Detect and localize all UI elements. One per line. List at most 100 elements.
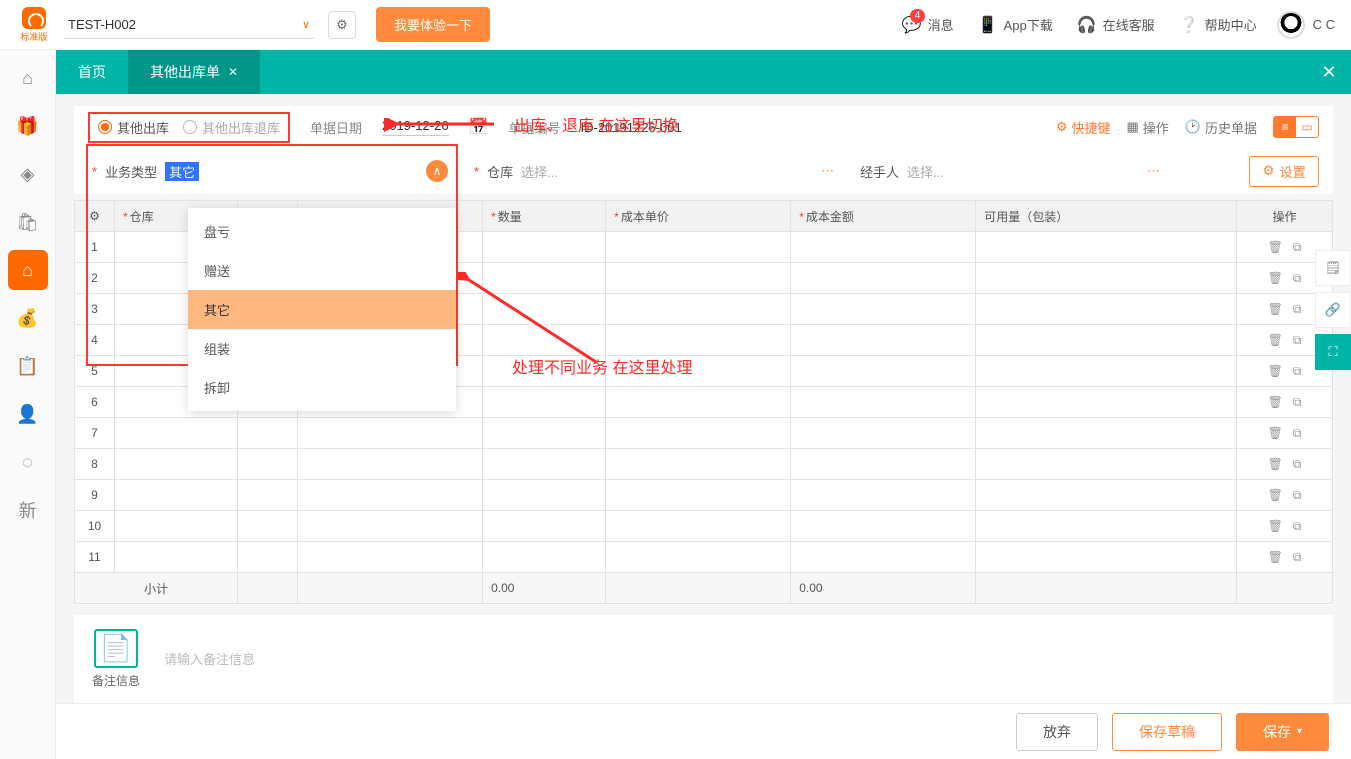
radio-other-outbound[interactable]: 其他出库 (98, 118, 169, 137)
rail-expand-icon[interactable]: ⛶ (1315, 334, 1351, 370)
save-draft-button[interactable]: 保存草稿 (1112, 713, 1222, 751)
copy-icon[interactable]: ⧉ (1293, 240, 1302, 255)
nav-new-icon[interactable]: 新 (8, 490, 48, 530)
copy-icon[interactable]: ⧉ (1293, 426, 1302, 441)
view-toggle[interactable]: ≡▭ (1273, 116, 1319, 138)
table-row[interactable]: 7🗑⧉ (75, 418, 1333, 449)
table-row[interactable]: 11 🗑 ⧉ (75, 542, 1333, 573)
radio-other-outbound-return[interactable]: 其他出库退库 (183, 118, 280, 137)
col-available: 可用量（包装） (976, 201, 1237, 232)
grid-icon: ▦ (1126, 119, 1138, 135)
phone-icon: 📱 (978, 15, 998, 35)
copy-icon[interactable]: ⧉ (1293, 519, 1302, 534)
handler-field[interactable]: 经手人 选择... ⋯ (860, 162, 1160, 181)
business-type-field[interactable]: *业务类型 其它 ∧ 盘亏 赠送 其它 组装 拆卸 (88, 162, 448, 181)
history-button[interactable]: 🕑历史单据 (1185, 118, 1257, 137)
biz-type-label: 业务类型 (105, 162, 157, 181)
copy-icon[interactable]: ⧉ (1293, 271, 1302, 286)
biz-option-gift[interactable]: 赠送 (188, 251, 456, 290)
radio-dot-icon (183, 120, 197, 134)
delete-icon[interactable]: 🗑 (1268, 550, 1283, 565)
help-center-link[interactable]: ❔ 帮助中心 (1179, 15, 1257, 35)
nav-money-icon[interactable]: 💰 (8, 298, 48, 338)
col-qty: *数量 (483, 201, 606, 232)
delete-icon[interactable]: 🗑 (1268, 364, 1283, 379)
rail-note-icon[interactable]: 🗒 (1315, 250, 1351, 286)
chevron-up-icon[interactable]: ∧ (426, 160, 448, 182)
more-icon[interactable]: ⋯ (821, 163, 834, 179)
tabs-close-all[interactable]: ✕ (1307, 50, 1351, 94)
ops-button[interactable]: ▦操作 (1126, 118, 1168, 137)
copy-icon[interactable]: ⧉ (1293, 333, 1302, 348)
row-index: 1 (75, 232, 115, 263)
shortcut-button[interactable]: ⚙快捷键 (1056, 118, 1111, 137)
remark-input[interactable] (164, 652, 1315, 667)
nav-sync-icon[interactable]: ◌ (8, 442, 48, 482)
history-icon: 🕑 (1185, 119, 1201, 135)
copy-icon[interactable]: ⧉ (1293, 364, 1302, 379)
row-index: 9 (75, 480, 115, 511)
col-cost: *成本单价 (606, 201, 791, 232)
tab-other-outbound[interactable]: 其他出库单 ✕ (128, 50, 260, 94)
table-row[interactable]: 10 🗑 ⧉ (75, 511, 1333, 542)
col-settings[interactable]: ⚙ (75, 201, 115, 232)
messages-badge: 4 (910, 9, 926, 23)
annotation-text-2: 处理不同业务 在这里处理 (512, 354, 692, 378)
delete-icon[interactable]: 🗑 (1268, 457, 1283, 472)
warehouse-field[interactable]: *仓库 选择... ⋯ (474, 162, 834, 181)
copy-icon[interactable]: ⧉ (1293, 457, 1302, 472)
delete-icon[interactable]: 🗑 (1268, 271, 1283, 286)
logo-edition: 标准版 (20, 30, 47, 43)
try-button[interactable]: 我要体验一下 (376, 7, 490, 42)
col-amount: *成本金额 (791, 201, 976, 232)
biz-option-disassembly[interactable]: 拆卸 (188, 368, 456, 407)
delete-icon[interactable]: 🗑 (1268, 488, 1283, 503)
row-index: 11 (75, 542, 115, 573)
delete-icon[interactable]: 🗑 (1268, 240, 1283, 255)
settings-icon[interactable]: ⚙ (328, 11, 356, 39)
delete-icon[interactable]: 🗑 (1268, 426, 1283, 441)
nav-diamond-icon[interactable]: ◈ (8, 154, 48, 194)
messages-link[interactable]: 💬 消息 4 (902, 15, 954, 35)
customer-service-link[interactable]: 🎧 在线客服 (1077, 15, 1155, 35)
delete-icon[interactable]: 🗑 (1268, 519, 1283, 534)
copy-icon[interactable]: ⧉ (1293, 302, 1302, 317)
user-name[interactable]: C C (1313, 17, 1335, 32)
biz-option-other[interactable]: 其它 (188, 290, 456, 329)
copy-icon[interactable]: ⧉ (1293, 550, 1302, 565)
save-button[interactable]: 保存▾ (1236, 713, 1329, 751)
app-download-link[interactable]: 📱 App下载 (978, 15, 1053, 35)
nav-bag-icon[interactable]: 🛍 (8, 202, 48, 242)
copy-icon[interactable]: ⧉ (1293, 488, 1302, 503)
remark-title: 备注信息 (92, 672, 140, 689)
nav-gift-icon[interactable]: 🎁 (8, 106, 48, 146)
doc-date-value[interactable]: 2019-12-26 (382, 118, 449, 136)
tab-home[interactable]: 首页 (56, 50, 128, 94)
nav-home-icon[interactable]: ⌂ (8, 58, 48, 98)
tab-current-label: 其他出库单 (150, 62, 220, 82)
biz-option-assembly[interactable]: 组装 (188, 329, 456, 368)
table-row[interactable]: 9 🗑 ⧉ (75, 480, 1333, 511)
calendar-icon[interactable]: 📅 (469, 117, 489, 137)
app-download-label: App下载 (1004, 15, 1053, 34)
biz-option-loss[interactable]: 盘亏 (188, 212, 456, 251)
nav-clipboard-icon[interactable]: 📋 (8, 346, 48, 386)
tenant-selector[interactable]: TEST-H002 ∨ (64, 11, 314, 39)
cs-label: 在线客服 (1103, 15, 1155, 34)
discard-button[interactable]: 放弃 (1016, 713, 1098, 751)
rail-link-icon[interactable]: 🔗 (1315, 292, 1351, 328)
user-avatar[interactable] (1277, 11, 1305, 39)
settings-button[interactable]: ⚙设置 (1249, 156, 1319, 187)
delete-icon[interactable]: 🗑 (1268, 395, 1283, 410)
row-index: 3 (75, 294, 115, 325)
table-row[interactable]: 8🗑⧉ (75, 449, 1333, 480)
delete-icon[interactable]: 🗑 (1268, 333, 1283, 348)
more-icon[interactable]: ⋯ (1147, 163, 1160, 179)
delete-icon[interactable]: 🗑 (1268, 302, 1283, 317)
nav-warehouse-icon[interactable]: ⌂ (8, 250, 48, 290)
copy-icon[interactable]: ⧉ (1293, 395, 1302, 410)
nav-contact-icon[interactable]: 👤 (8, 394, 48, 434)
warehouse-label: 仓库 (487, 162, 513, 181)
row-index: 10 (75, 511, 115, 542)
close-icon[interactable]: ✕ (228, 65, 238, 79)
